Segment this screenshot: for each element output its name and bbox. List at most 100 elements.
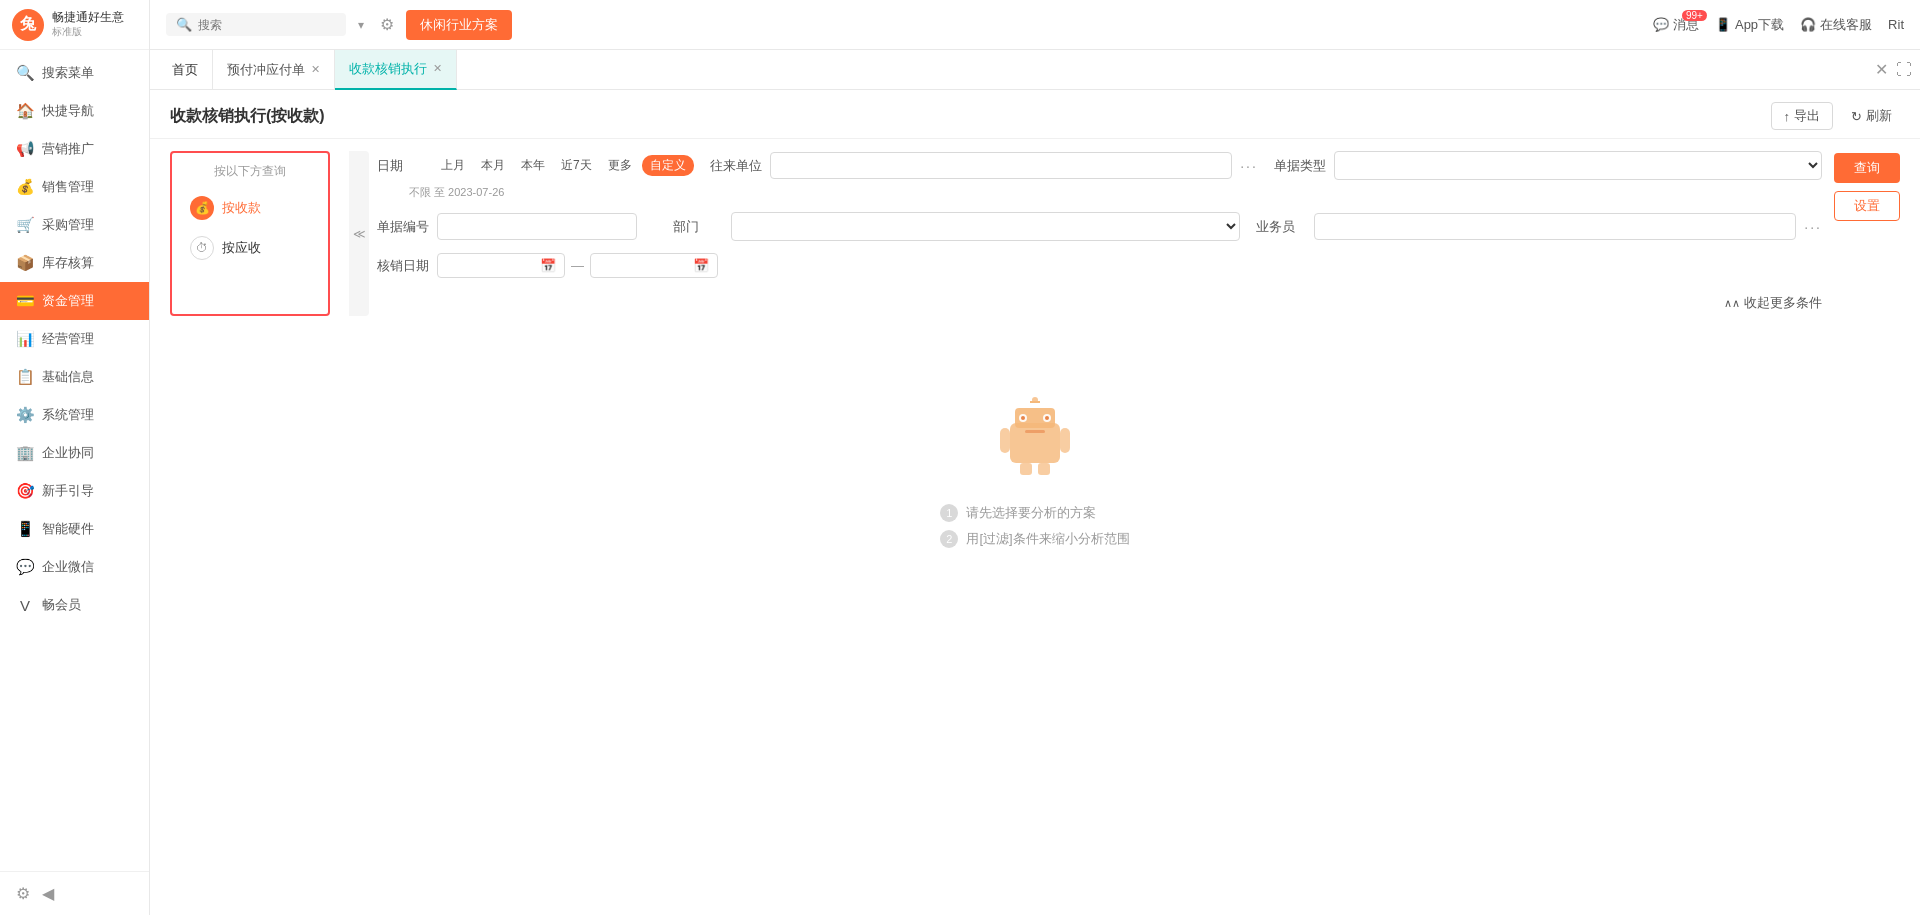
verify-date-end-input[interactable]: 2023-07-21 bbox=[599, 258, 689, 273]
verify-date-group: 核销日期 2023-03-01 📅 — 2023-07-21 bbox=[377, 253, 1822, 278]
export-button[interactable]: ↑ 导出 bbox=[1771, 102, 1834, 130]
svg-rect-6 bbox=[1025, 430, 1045, 433]
sidebar-nav: 🔍 搜索菜单 🏠 快捷导航 📢 营销推广 💰 销售管理 🛒 采购管理 📦 库存核… bbox=[0, 50, 149, 871]
doc-type-group: 单据类型 bbox=[1274, 151, 1822, 180]
date-limit-text: 不限 至 2023-07-26 bbox=[409, 186, 504, 198]
filter-sidebar-wrap: 按以下方查询 💰 按收款 ⏱ 按应收 ≪ bbox=[170, 151, 369, 316]
sidebar-item-hardware[interactable]: 📱 智能硬件 bbox=[0, 510, 149, 548]
dept-select[interactable] bbox=[731, 212, 1240, 241]
tab-home-label: 首页 bbox=[172, 61, 198, 79]
filter-sidebar: 按以下方查询 💰 按收款 ⏱ 按应收 bbox=[170, 151, 330, 316]
filter-collapse-button[interactable]: ≪ bbox=[349, 151, 369, 316]
staff-dots-icon[interactable]: ··· bbox=[1804, 219, 1822, 235]
page-header: 收款核销执行(按收款) ↑ 导出 ↻ 刷新 bbox=[150, 90, 1920, 139]
sidebar-item-quick-nav[interactable]: 🏠 快捷导航 bbox=[0, 92, 149, 130]
sidebar-item-operation[interactable]: 📊 经营管理 bbox=[0, 320, 149, 358]
basic-icon: 📋 bbox=[16, 368, 34, 386]
page-header-actions: ↑ 导出 ↻ 刷新 bbox=[1771, 102, 1901, 130]
verify-date-label: 核销日期 bbox=[377, 257, 429, 275]
sidebar-item-basic[interactable]: 📋 基础信息 bbox=[0, 358, 149, 396]
doc-no-input[interactable] bbox=[437, 213, 637, 240]
sidebar-item-member[interactable]: V 畅会员 bbox=[0, 586, 149, 624]
svg-point-5 bbox=[1045, 416, 1049, 420]
verify-date-start-calendar-icon[interactable]: 📅 bbox=[540, 258, 556, 273]
topbar-gear-icon[interactable]: ⚙ bbox=[380, 15, 394, 34]
topbar-chevron-icon[interactable]: ▾ bbox=[358, 18, 364, 32]
search-icon: 🔍 bbox=[16, 64, 34, 82]
dept-group: 部门 bbox=[673, 212, 1240, 241]
date-btn-custom[interactable]: 自定义 bbox=[642, 155, 694, 176]
topbar-app-download[interactable]: 📱 App下载 bbox=[1715, 16, 1784, 34]
app-download-label: App下载 bbox=[1735, 16, 1784, 34]
topbar-online-service[interactable]: 🎧 在线客服 bbox=[1800, 16, 1872, 34]
refresh-icon: ↻ bbox=[1851, 109, 1862, 124]
counterparty-input[interactable] bbox=[770, 152, 1232, 179]
tab-close-window-button[interactable]: ✕ bbox=[1875, 60, 1888, 79]
tab-home[interactable]: 首页 bbox=[158, 50, 213, 90]
sidebar: 兔 畅捷通好生意 标准版 🔍 搜索菜单 🏠 快捷导航 📢 营销推广 💰 销售管理… bbox=[0, 0, 150, 915]
filter-option-by-receivable[interactable]: ⏱ 按应收 bbox=[182, 230, 318, 266]
tab-prepay-close-icon[interactable]: ✕ bbox=[311, 63, 320, 76]
svg-rect-8 bbox=[1060, 428, 1070, 453]
collapse-sidebar-icon[interactable]: ◀ bbox=[42, 884, 54, 903]
page-inner: 收款核销执行(按收款) ↑ 导出 ↻ 刷新 按以下方 bbox=[150, 90, 1920, 915]
sidebar-item-marketing[interactable]: 📢 营销推广 bbox=[0, 130, 149, 168]
tab-receipts-close-icon[interactable]: ✕ bbox=[433, 62, 442, 75]
verify-date-end-wrap: 2023-07-21 📅 bbox=[590, 253, 718, 278]
sidebar-label-member: 畅会员 bbox=[42, 596, 81, 614]
query-button[interactable]: 查询 bbox=[1834, 153, 1900, 183]
sidebar-label-marketing: 营销推广 bbox=[42, 140, 94, 158]
tab-maximize-button[interactable]: ⛶ bbox=[1896, 60, 1912, 79]
date-btn-more[interactable]: 更多 bbox=[602, 155, 638, 176]
svg-point-4 bbox=[1021, 416, 1025, 420]
filter-row-1: 日期 上月 本月 本年 近7天 更多 自定义 bbox=[377, 151, 1822, 180]
app-logo: 兔 畅捷通好生意 标准版 bbox=[0, 0, 149, 50]
sidebar-item-enterprise[interactable]: 🏢 企业协同 bbox=[0, 434, 149, 472]
settings-button[interactable]: 设置 bbox=[1834, 191, 1900, 221]
date-btn-7days[interactable]: 近7天 bbox=[555, 155, 598, 176]
topbar-search-icon: 🔍 bbox=[176, 17, 192, 32]
date-range-separator: — bbox=[571, 258, 584, 273]
sidebar-item-search[interactable]: 🔍 搜索菜单 bbox=[0, 54, 149, 92]
sidebar-item-purchase[interactable]: 🛒 采购管理 bbox=[0, 206, 149, 244]
receivable-option-icon: ⏱ bbox=[190, 236, 214, 260]
purchase-icon: 🛒 bbox=[16, 216, 34, 234]
date-btn-last-month[interactable]: 上月 bbox=[435, 155, 471, 176]
sidebar-item-inventory[interactable]: 📦 库存核算 bbox=[0, 244, 149, 282]
topbar-search-input[interactable] bbox=[198, 18, 328, 32]
sidebar-item-guide[interactable]: 🎯 新手引导 bbox=[0, 472, 149, 510]
logo-text: 畅捷通好生意 bbox=[52, 10, 124, 26]
sidebar-item-system[interactable]: ⚙️ 系统管理 bbox=[0, 396, 149, 434]
sidebar-label-inventory: 库存核算 bbox=[42, 254, 94, 272]
date-limit-wrap: 不限 至 2023-07-26 bbox=[377, 184, 1822, 200]
filter-form: 日期 上月 本月 本年 近7天 更多 自定义 bbox=[377, 151, 1822, 316]
verify-date-end-calendar-icon[interactable]: 📅 bbox=[693, 258, 709, 273]
doc-type-select[interactable] bbox=[1334, 151, 1822, 180]
system-icon: ⚙️ bbox=[16, 406, 34, 424]
member-icon: V bbox=[16, 597, 34, 614]
sidebar-label-system: 系统管理 bbox=[42, 406, 94, 424]
doc-no-group: 单据编号 bbox=[377, 213, 657, 240]
refresh-label: 刷新 bbox=[1866, 107, 1892, 125]
collapse-more-button[interactable]: ∧∧ 收起更多条件 bbox=[377, 290, 1822, 316]
refresh-button[interactable]: ↻ 刷新 bbox=[1843, 103, 1900, 129]
date-btn-this-month[interactable]: 本月 bbox=[475, 155, 511, 176]
sidebar-item-wechat[interactable]: 💬 企业微信 bbox=[0, 548, 149, 586]
sidebar-label-hardware: 智能硬件 bbox=[42, 520, 94, 538]
message-badge: 99+ bbox=[1682, 10, 1707, 21]
staff-input[interactable] bbox=[1314, 213, 1797, 240]
solution-button[interactable]: 休闲行业方案 bbox=[406, 10, 512, 40]
settings-bottom-icon[interactable]: ⚙ bbox=[16, 884, 30, 903]
guide-icon: 🎯 bbox=[16, 482, 34, 500]
sidebar-item-finance[interactable]: 💳 资金管理 bbox=[0, 282, 149, 320]
sidebar-item-sales[interactable]: 💰 销售管理 bbox=[0, 168, 149, 206]
topbar-message[interactable]: 💬 消息 99+ bbox=[1653, 16, 1699, 34]
verify-date-start-input[interactable]: 2023-03-01 bbox=[446, 258, 536, 273]
counterparty-dots-icon[interactable]: ··· bbox=[1240, 158, 1258, 174]
tab-prepay[interactable]: 预付冲应付单 ✕ bbox=[213, 50, 335, 90]
date-btn-this-year[interactable]: 本年 bbox=[515, 155, 551, 176]
topbar-search-box[interactable]: 🔍 bbox=[166, 13, 346, 36]
tab-receipts[interactable]: 收款核销执行 ✕ bbox=[335, 50, 457, 90]
doc-no-label: 单据编号 bbox=[377, 218, 429, 236]
filter-option-by-receipt[interactable]: 💰 按收款 bbox=[182, 190, 318, 226]
